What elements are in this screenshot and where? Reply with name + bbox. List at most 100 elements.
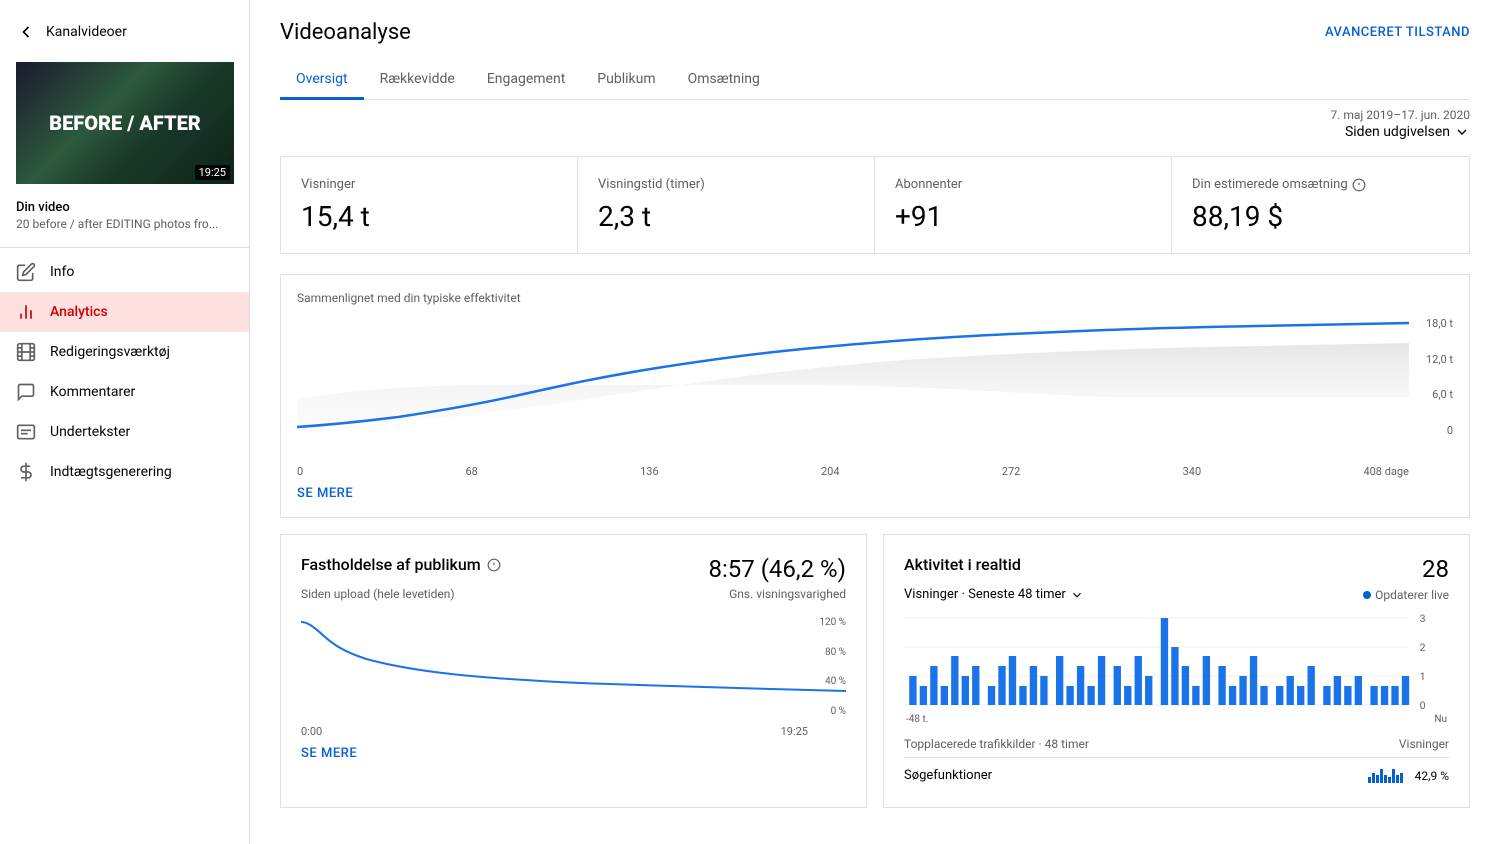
- mini-bars: [1368, 769, 1403, 783]
- retention-chart: 120 % 80 % 40 % 0 %: [301, 617, 846, 717]
- y-label-18: 18,0 t: [1413, 317, 1453, 330]
- main-chart-container: 18,0 t 12,0 t 6,0 t 0: [297, 317, 1453, 457]
- realtime-controls: Visninger · Seneste 48 timer Opdaterer l…: [904, 587, 1449, 602]
- sidebar-item-info[interactable]: Info: [0, 252, 249, 292]
- realtime-count: 28: [1422, 555, 1449, 583]
- x-label-272: 272: [1002, 465, 1021, 478]
- sidebar-item-subtitles[interactable]: Undertekster: [0, 412, 249, 452]
- svg-text:3: 3: [1420, 612, 1426, 625]
- mini-bar: [1372, 773, 1375, 783]
- x-label-204: 204: [821, 465, 840, 478]
- x-label-340: 340: [1183, 465, 1202, 478]
- stats-row: Visninger 15,4 t Visningstid (timer) 2,3…: [280, 156, 1470, 254]
- stat-visningstid-label: Visningstid (timer): [598, 177, 854, 192]
- chart-compare-text: Sammenlignet med din typiske effektivite…: [297, 291, 1453, 305]
- chart-x-labels: 0 68 136 204 272 340 408 dage: [297, 465, 1453, 478]
- rt-x-start: -48 t.: [906, 714, 928, 725]
- film-icon: [16, 342, 36, 362]
- retention-y-labels: 120 % 80 % 40 % 0 %: [810, 617, 846, 717]
- stat-abonnenter-value: +91: [895, 200, 1151, 233]
- stat-visningstid: Visningstid (timer) 2,3 t: [578, 157, 875, 253]
- svg-text:1: 1: [1420, 670, 1426, 683]
- retention-x-labels: 0:00 19:25: [301, 725, 846, 738]
- sidebar-item-info-label: Info: [50, 264, 74, 280]
- comment-icon: [16, 382, 36, 402]
- back-button[interactable]: Kanalvideoer: [0, 10, 249, 54]
- video-subtitle: 20 before / after EDITING photos fro...: [0, 217, 249, 243]
- tab-raekkevidde[interactable]: Rækkevidde: [364, 61, 471, 100]
- mini-bar: [1396, 775, 1399, 783]
- tabs: Oversigt Rækkevidde Engagement Publikum …: [280, 61, 1470, 100]
- video-title: Din video: [0, 192, 249, 217]
- mini-bar: [1368, 777, 1371, 783]
- stat-visninger-label: Visninger: [301, 177, 557, 192]
- y-label-12: 12,0 t: [1413, 353, 1453, 366]
- back-icon: [16, 22, 36, 42]
- tab-omsaetning[interactable]: Omsætning: [672, 61, 776, 100]
- realtime-dropdown[interactable]: Visninger · Seneste 48 timer: [904, 587, 1084, 602]
- tab-oversigt[interactable]: Oversigt: [280, 61, 364, 100]
- sidebar-item-subtitles-label: Undertekster: [50, 424, 130, 440]
- date-period-dropdown[interactable]: Siden udgivelsen: [1345, 124, 1470, 140]
- realtime-dropdown-label: Visninger · Seneste 48 timer: [904, 587, 1066, 602]
- video-thumbnail: BEFORE / AFTER 19:25: [16, 62, 234, 184]
- traffic-table-header: Topplacerede trafikkilder · 48 timer Vis…: [904, 737, 1449, 758]
- stat-abonnenter: Abonnenter +91: [875, 157, 1172, 253]
- retention-card-header: Fastholdelse af publikum 8:57 (46,2 %): [301, 555, 846, 583]
- sidebar-item-comments-label: Kommentarer: [50, 384, 135, 400]
- traffic-bar-area: 42,9 %: [1368, 769, 1449, 783]
- chart-see-more-link[interactable]: SE MERE: [297, 486, 353, 501]
- dollar-icon: [16, 462, 36, 482]
- back-label: Kanalvideoer: [46, 24, 127, 40]
- sidebar-divider: [0, 247, 249, 248]
- sidebar-item-comments[interactable]: Kommentarer: [0, 372, 249, 412]
- info-icon: [1352, 178, 1366, 192]
- realtime-chart: 3 2 1 0: [904, 610, 1449, 710]
- retention-see-more-link[interactable]: SE MERE: [301, 746, 357, 761]
- y-label-6: 6,0 t: [1413, 388, 1453, 401]
- retention-card-subtitle: Siden upload (hele levetiden) Gns. visni…: [301, 587, 846, 601]
- date-range-label: 7. maj 2019–17. jun. 2020: [1331, 108, 1471, 122]
- advanced-mode-button[interactable]: AVANCERET TILSTAND: [1325, 25, 1470, 40]
- x-label-408: 408 dage: [1363, 465, 1408, 478]
- sidebar-item-monetization-label: Indtægtsgenerering: [50, 464, 172, 480]
- traffic-source: Søgefunktioner: [904, 768, 992, 783]
- mini-bar: [1392, 769, 1395, 783]
- realtime-header: Aktivitet i realtid 28: [904, 555, 1449, 583]
- stat-abonnenter-label: Abonnenter: [895, 177, 1151, 192]
- traffic-col-header: Visninger: [1399, 737, 1449, 751]
- sidebar-item-editor-label: Redigeringsværktøj: [50, 344, 170, 360]
- realtime-card: Aktivitet i realtid 28 Visninger · Senes…: [883, 534, 1470, 808]
- traffic-row: Søgefunktioner 4: [904, 764, 1449, 787]
- sidebar-item-monetization[interactable]: Indtægtsgenerering: [0, 452, 249, 492]
- tab-engagement[interactable]: Engagement: [471, 61, 581, 100]
- retention-card: Fastholdelse af publikum 8:57 (46,2 %) S…: [280, 534, 867, 808]
- sidebar: Kanalvideoer BEFORE / AFTER 19:25 Din vi…: [0, 0, 250, 844]
- realtime-title: Aktivitet i realtid: [904, 555, 1021, 574]
- x-label-0: 0: [297, 465, 303, 478]
- svg-text:0: 0: [1420, 699, 1426, 710]
- video-duration: 19:25: [195, 165, 230, 180]
- main-chart-svg: [297, 317, 1409, 437]
- rt-x-end: Nu: [1434, 714, 1447, 725]
- chevron-down-icon-realtime: [1070, 588, 1084, 602]
- sidebar-item-analytics[interactable]: Analytics: [0, 292, 249, 332]
- pencil-icon: [16, 262, 36, 282]
- tab-publikum[interactable]: Publikum: [581, 61, 671, 100]
- traffic-table: Topplacerede trafikkilder · 48 timer Vis…: [904, 737, 1449, 787]
- sidebar-item-analytics-label: Analytics: [50, 304, 108, 320]
- stat-omsaetning: Din estimerede omsætning 88,19 $: [1172, 157, 1469, 253]
- traffic-title: Topplacerede trafikkilder · 48 timer: [904, 737, 1089, 751]
- main-chart-section: Sammenlignet med din typiske effektivite…: [280, 274, 1470, 518]
- retention-card-value: 8:57 (46,2 %): [708, 555, 846, 583]
- retention-svg: [301, 617, 846, 717]
- stat-visningstid-value: 2,3 t: [598, 200, 854, 233]
- mini-bar: [1380, 769, 1383, 783]
- bar-chart-icon: [16, 302, 36, 322]
- subtitles-icon: [16, 422, 36, 442]
- mini-bar: [1376, 775, 1379, 783]
- sidebar-item-editor[interactable]: Redigeringsværktøj: [0, 332, 249, 372]
- info-icon-retention: [487, 558, 501, 572]
- main-content: Videoanalyse AVANCERET TILSTAND Oversigt…: [250, 0, 1500, 844]
- mini-bar: [1388, 777, 1391, 783]
